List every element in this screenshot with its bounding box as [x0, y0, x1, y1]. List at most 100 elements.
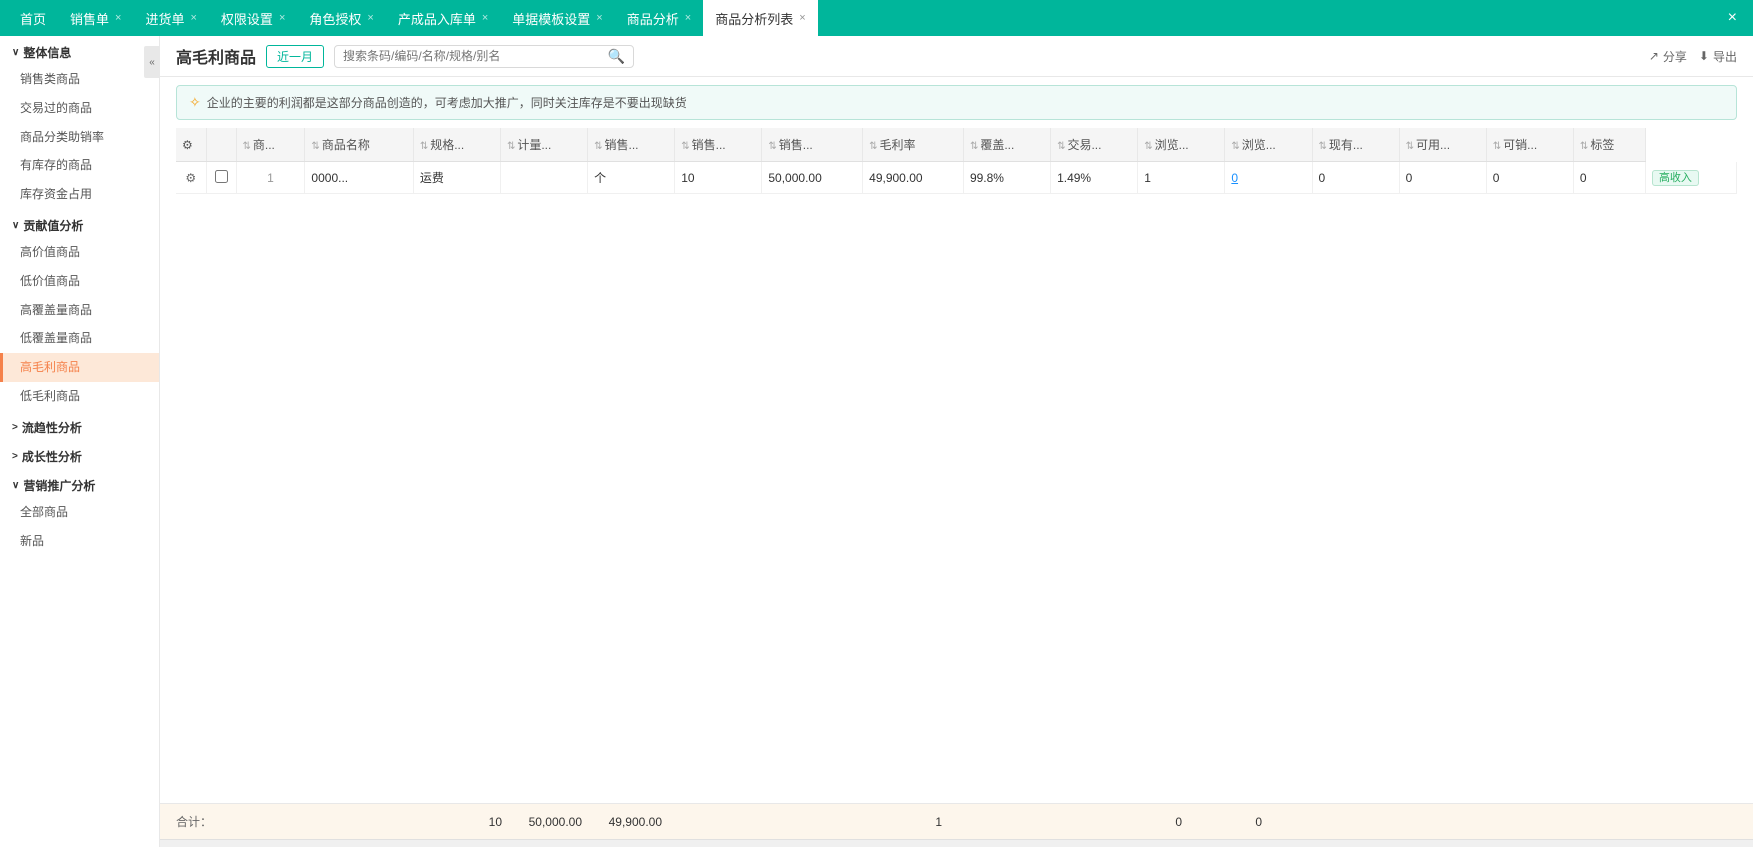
sidebar-item-new-goods[interactable]: 新品	[0, 527, 159, 556]
nav-tab-home[interactable]: 首页	[8, 0, 58, 36]
sidebar: « ∨整体信息销售类商品交易过的商品商品分类助销率有库存的商品库存资金占用∨贡献…	[0, 36, 160, 847]
row-checkbox[interactable]	[215, 170, 228, 183]
col-header-current_stock[interactable]: ⇅现有...	[1312, 128, 1399, 162]
horizontal-scrollbar[interactable]	[160, 839, 1753, 847]
col-header-trade[interactable]: ⇅交易...	[1051, 128, 1138, 162]
sort-icon: ⇅	[768, 141, 776, 152]
search-box: 🔍	[334, 45, 634, 68]
search-input[interactable]	[343, 49, 608, 63]
info-banner: ✧ 企业的主要的利润都是这部分商品创造的，可考虑加大推广，同时关注库存是不要出现…	[176, 85, 1737, 120]
sidebar-group-label: 整体信息	[23, 44, 71, 61]
col-label: ⚙	[182, 138, 193, 152]
nav-tab-role[interactable]: 角色授权×	[297, 0, 385, 36]
sort-icon: ⇅	[970, 141, 978, 152]
col-label: 标签	[1590, 138, 1614, 152]
sidebar-item-traded-goods[interactable]: 交易过的商品	[0, 94, 159, 123]
col-header-browse1[interactable]: ⇅浏览...	[1138, 128, 1225, 162]
sidebar-item-low-freq[interactable]: 低覆盖量商品	[0, 324, 159, 353]
close-tab-permission[interactable]: ×	[279, 12, 285, 24]
close-tab-template[interactable]: ×	[596, 12, 602, 24]
sidebar-item-low-value[interactable]: 低价值商品	[0, 267, 159, 296]
sidebar-group-label: 流趋性分析	[22, 419, 82, 436]
browse1-link[interactable]: 0	[1231, 171, 1238, 185]
sidebar-item-in-stock[interactable]: 有库存的商品	[0, 151, 159, 180]
sidebar-item-classify-help[interactable]: 商品分类助销率	[0, 123, 159, 152]
cell-browse1: 0	[1225, 162, 1312, 194]
time-filter-button[interactable]: 近一月	[266, 45, 324, 68]
sidebar-item-high-freq[interactable]: 高覆盖量商品	[0, 296, 159, 325]
close-tab-import[interactable]: ×	[190, 12, 196, 24]
close-all-tabs[interactable]: ×	[1720, 9, 1745, 27]
col-header-sales_qty[interactable]: ⇅销售...	[588, 128, 675, 162]
cell-available: 0	[1486, 162, 1573, 194]
sort-icon: ⇅	[594, 141, 602, 152]
sidebar-item-sales-goods[interactable]: 销售类商品	[0, 65, 159, 94]
nav-tab-product[interactable]: 产成品入库单×	[386, 0, 500, 36]
nav-tab-analysis[interactable]: 商品分析×	[615, 0, 703, 36]
search-icon[interactable]: 🔍	[608, 48, 625, 65]
main-layout: « ∨整体信息销售类商品交易过的商品商品分类助销率有库存的商品库存资金占用∨贡献…	[0, 36, 1753, 847]
sidebar-collapse-button[interactable]: «	[144, 46, 160, 78]
col-header-coverage[interactable]: ⇅覆盖...	[963, 128, 1050, 162]
sort-icon: ⇅	[1406, 141, 1414, 152]
share-button[interactable]: ↗ 分享	[1649, 48, 1687, 65]
sidebar-group-title-wealth[interactable]: ∨贡献值分析	[0, 209, 159, 238]
nav-tab-analysislist[interactable]: 商品分析列表×	[703, 0, 817, 36]
sidebar-group-label: 贡献值分析	[23, 217, 83, 234]
col-label: 可用...	[1416, 138, 1450, 152]
nav-tab-permission[interactable]: 权限设置×	[209, 0, 297, 36]
footer-sales-qty: 10	[428, 815, 508, 829]
close-tab-analysis[interactable]: ×	[685, 12, 691, 24]
col-label: 可销...	[1503, 138, 1537, 152]
sidebar-item-stock-capital[interactable]: 库存资金占用	[0, 180, 159, 209]
sort-icon: ⇅	[1319, 141, 1327, 152]
col-header-unit[interactable]: ⇅计量...	[500, 128, 587, 162]
col-header-sales_cost[interactable]: ⇅销售...	[762, 128, 863, 162]
col-header-tag[interactable]: ⇅标签	[1573, 128, 1645, 162]
sort-icon: ⇅	[1580, 141, 1588, 152]
sidebar-item-all-goods[interactable]: 全部商品	[0, 498, 159, 527]
col-header-sales_amount[interactable]: ⇅销售...	[675, 128, 762, 162]
nav-tab-sales[interactable]: 销售单×	[58, 0, 133, 36]
data-table: ⚙⇅商...⇅商品名称⇅规格...⇅计量...⇅销售...⇅销售...⇅销售..…	[176, 128, 1737, 194]
col-label: 商品名称	[322, 138, 370, 152]
sidebar-item-high-value[interactable]: 高价值商品	[0, 238, 159, 267]
data-table-wrapper: ⚙⇅商...⇅商品名称⇅规格...⇅计量...⇅销售...⇅销售...⇅销售..…	[160, 128, 1753, 803]
sidebar-item-high-margin[interactable]: 高毛利商品	[0, 353, 159, 382]
sort-icon: ⇅	[507, 141, 515, 152]
nav-tab-import[interactable]: 进货单×	[133, 0, 208, 36]
col-header-spec[interactable]: ⇅规格...	[413, 128, 500, 162]
sidebar-group-title-overall[interactable]: ∨ 整体信息	[0, 36, 159, 65]
sidebar-group-wealth: ∨贡献值分析高价值商品低价值商品高覆盖量商品低覆盖量商品高毛利商品低毛利商品	[0, 209, 159, 411]
arrow-icon: >	[12, 451, 18, 462]
col-header-margin_rate[interactable]: ⇅毛利率	[863, 128, 964, 162]
nav-tab-template[interactable]: 单据模板设置×	[500, 0, 614, 36]
col-header-saleable[interactable]: ⇅可销...	[1486, 128, 1573, 162]
content-area: 高毛利商品 近一月 🔍 ↗ 分享 ⬇ 导出 ✧ 企业的主要的利润都是这部分商品创…	[160, 36, 1753, 847]
header-actions: ↗ 分享 ⬇ 导出	[1649, 48, 1737, 65]
table-row: ⚙10000...运费个1050,000.0049,900.0099.8%1.4…	[176, 162, 1737, 194]
col-label: 毛利率	[880, 138, 916, 152]
sort-icon: ⇅	[681, 141, 689, 152]
sort-icon: ⇅	[1231, 141, 1239, 152]
export-button[interactable]: ⬇ 导出	[1699, 48, 1737, 65]
close-tab-sales[interactable]: ×	[115, 12, 121, 24]
col-header-code[interactable]: ⇅商...	[236, 128, 305, 162]
sidebar-group-title-marketing[interactable]: ∨营销推广分析	[0, 469, 159, 498]
col-header-browse2[interactable]: ⇅浏览...	[1225, 128, 1312, 162]
sidebar-group-title-growth[interactable]: >成长性分析	[0, 440, 159, 469]
close-tab-product[interactable]: ×	[482, 12, 488, 24]
col-header-available[interactable]: ⇅可用...	[1399, 128, 1486, 162]
sidebar-item-low-margin[interactable]: 低毛利商品	[0, 382, 159, 411]
cell-tag: 高收入	[1645, 162, 1736, 194]
sidebar-group-growth: >成长性分析	[0, 440, 159, 469]
sidebar-group-title-flow[interactable]: >流趋性分析	[0, 411, 159, 440]
close-tab-analysislist[interactable]: ×	[799, 12, 805, 24]
row-settings[interactable]: ⚙	[176, 162, 206, 194]
sort-icon: ⇅	[869, 141, 877, 152]
col-header-name[interactable]: ⇅商品名称	[305, 128, 413, 162]
close-tab-role[interactable]: ×	[367, 12, 373, 24]
arrow-icon: ∨	[12, 47, 19, 58]
arrow-icon: ∨	[12, 480, 19, 491]
cell-sales_cost: 49,900.00	[863, 162, 964, 194]
